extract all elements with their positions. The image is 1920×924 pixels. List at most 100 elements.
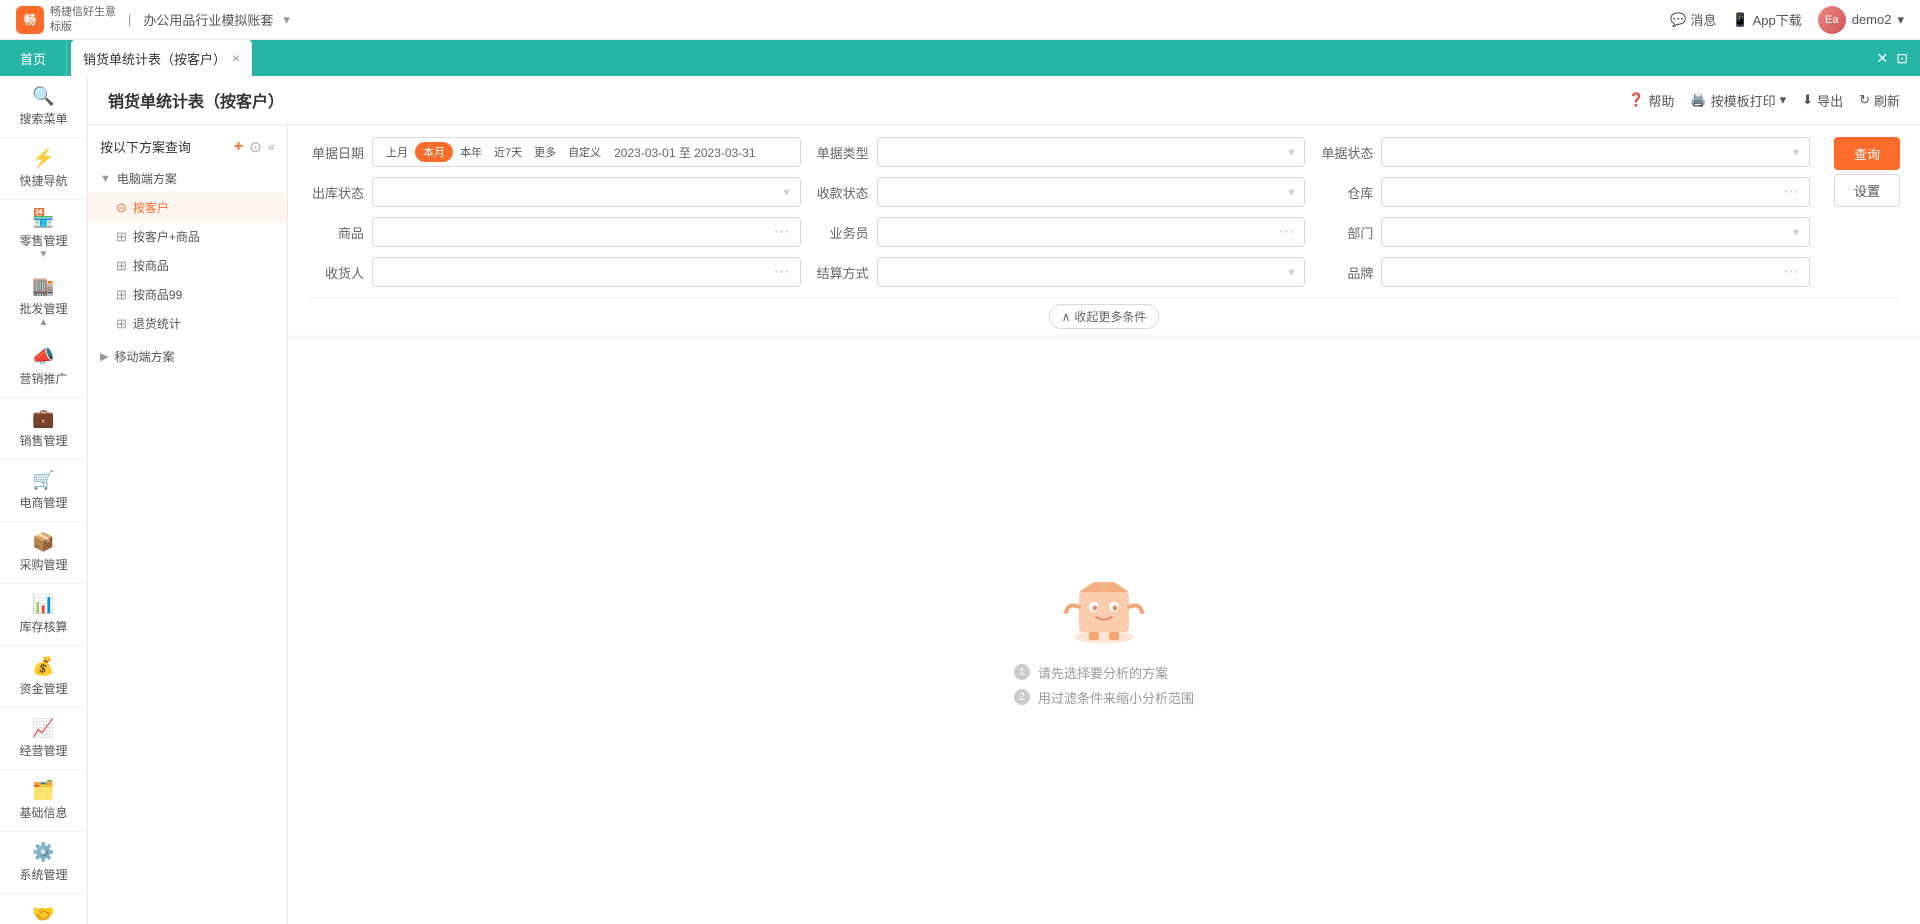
order-type-select[interactable]: ▾ xyxy=(877,137,1306,167)
sidebar-item-finance[interactable]: 💰 资金管理 xyxy=(0,646,87,708)
sidebar-item-sales[interactable]: 💼 销售管理 xyxy=(0,398,87,460)
add-scheme-icon[interactable]: + xyxy=(234,138,243,156)
empty-tip-1: 1 请先选择要分析的方案 xyxy=(1014,663,1194,682)
date-btn-this-year[interactable]: 本年 xyxy=(455,142,487,162)
scheme-item-by-customer-product[interactable]: ⊞ 按客户+商品 xyxy=(88,222,287,251)
order-status-chevron-icon: ▾ xyxy=(1793,145,1799,159)
scheme-item-by-product[interactable]: ⊞ 按商品 xyxy=(88,251,287,280)
help-label: 帮助 xyxy=(1648,91,1674,110)
refresh-button[interactable]: ↻ 刷新 xyxy=(1859,91,1900,110)
tab-active[interactable]: 销货单统计表（按客户） × xyxy=(71,40,252,76)
sidebar-item-marketing[interactable]: 📣 营销推广 xyxy=(0,336,87,398)
salesperson-input[interactable]: ··· xyxy=(877,217,1306,247)
scheme-item-by-product99[interactable]: ⊞ 按商品99 xyxy=(88,280,287,309)
sidebar-item-wholesale[interactable]: 🏬 批发管理 ▲ xyxy=(0,268,87,336)
empty-state: 1 请先选择要分析的方案 2 用过滤条件来缩小分析范围 xyxy=(288,339,1920,924)
export-button[interactable]: ⬇ 导出 xyxy=(1802,91,1843,110)
download-icon: 📱 xyxy=(1732,12,1748,28)
department-chevron-icon: ▾ xyxy=(1793,225,1799,239)
by-product-icon: ⊞ xyxy=(116,258,127,274)
scheme-group-desktop-header[interactable]: ▼ 电脑端方案 xyxy=(88,164,287,193)
collapse-button[interactable]: ∧ 收起更多条件 xyxy=(1049,304,1160,329)
date-btn-7days[interactable]: 近7天 xyxy=(489,142,527,162)
date-btn-last-month[interactable]: 上月 xyxy=(381,142,413,162)
content-area: 销货单统计表（按客户） ❓ 帮助 🖨️ 按模板打印 ▾ ⬇ 导出 ↻ 刷新 xyxy=(88,76,1920,924)
date-range-input[interactable]: 上月 本月 本年 近7天 更多 自定义 2023-03-01 至 2023-03… xyxy=(372,137,801,167)
out-status-select[interactable]: ▾ xyxy=(372,177,801,207)
filter-recipient-cell: 收货人 ··· xyxy=(308,257,801,287)
filter-order-type-cell: 单据类型 ▾ xyxy=(813,137,1306,167)
user-menu[interactable]: Ea demo2 ▾ xyxy=(1818,6,1904,34)
filter-date-cell: 单据日期 上月 本月 本年 近7天 更多 自定义 2023-03-01 至 20… xyxy=(308,137,801,167)
tabbar-actions: ✕ ⊡ xyxy=(1877,50,1920,67)
sidebar-item-operations[interactable]: 📈 经营管理 xyxy=(0,708,87,770)
sidebar-item-enterprise[interactable]: 🤝 企业协同 xyxy=(0,894,87,924)
edit-scheme-icon[interactable]: ⊙ xyxy=(249,138,262,156)
brand-input[interactable]: ··· xyxy=(1381,257,1810,287)
tab-home[interactable]: 首页 xyxy=(0,40,67,76)
order-status-select[interactable]: ▾ xyxy=(1381,137,1810,167)
print-label: 按模板打印 xyxy=(1711,91,1776,110)
tabbar: 首页 销货单统计表（按客户） × ✕ ⊡ xyxy=(0,40,1920,76)
sidebar-item-purchase[interactable]: 📦 采购管理 xyxy=(0,522,87,584)
warehouse-label: 仓库 xyxy=(1317,183,1373,202)
date-btn-more[interactable]: 更多 xyxy=(529,142,561,162)
scheme-panel-header: 按以下方案查询 + ⊙ « xyxy=(88,133,287,164)
sidebar-item-inventory[interactable]: 📊 库存核算 xyxy=(0,584,87,646)
collapse-bar: ∧ 收起更多条件 xyxy=(308,297,1900,335)
basic-label: 基础信息 xyxy=(19,804,67,821)
sidebar-item-retail[interactable]: 🏪 零售管理 ▼ xyxy=(0,200,87,268)
tab-close-icon[interactable]: × xyxy=(232,50,240,66)
payment-status-select[interactable]: ▾ xyxy=(877,177,1306,207)
date-label: 单据日期 xyxy=(308,143,364,162)
dropdown-arrow-icon[interactable]: ▾ xyxy=(283,12,290,28)
app-download-button[interactable]: 📱 App下载 xyxy=(1732,10,1801,29)
marketing-icon: 📣 xyxy=(32,346,54,367)
page-title: 销货单统计表（按客户） xyxy=(108,88,284,112)
settlement-label: 结算方式 xyxy=(813,263,869,282)
scheme-group-mobile: ▶ 移动端方案 xyxy=(88,342,287,371)
help-button[interactable]: ❓ 帮助 xyxy=(1628,91,1674,110)
sidebar-item-ecommerce[interactable]: 🛒 电商管理 xyxy=(0,460,87,522)
logo-area: 畅 畅捷信好生意 标版 xyxy=(16,5,116,34)
print-button[interactable]: 🖨️ 按模板打印 ▾ xyxy=(1690,91,1786,110)
brand-dots-icon: ··· xyxy=(1783,263,1799,281)
app-download-label: App下载 xyxy=(1753,10,1802,29)
empty-tip-2: 2 用过滤条件来缩小分析范围 xyxy=(1014,688,1194,707)
query-button[interactable]: 查询 xyxy=(1834,137,1900,170)
product-label: 商品 xyxy=(308,223,364,242)
sidebar-item-basic[interactable]: 🗂️ 基础信息 xyxy=(0,770,87,832)
search-icon: 🔍 xyxy=(32,86,54,107)
recipient-input[interactable]: ··· xyxy=(372,257,801,287)
right-content: 单据日期 上月 本月 本年 近7天 更多 自定义 2023-03-01 至 20… xyxy=(288,125,1920,924)
by-customer-product-label: 按客户+商品 xyxy=(133,228,200,245)
collapse-scheme-icon[interactable]: « xyxy=(268,139,275,154)
message-button[interactable]: 💬 消息 xyxy=(1670,10,1716,29)
settlement-select[interactable]: ▾ xyxy=(877,257,1306,287)
enterprise-icon: 🤝 xyxy=(32,904,54,924)
scheme-item-by-customer[interactable]: ⊙ 按客户 xyxy=(88,193,287,222)
tip-num-1: 1 xyxy=(1014,664,1030,680)
warehouse-input[interactable]: ··· xyxy=(1381,177,1810,207)
purchase-label: 采购管理 xyxy=(19,556,67,573)
scheme-panel: 按以下方案查询 + ⊙ « ▼ 电脑端方案 ⊙ 按客户 xyxy=(88,125,288,924)
sidebar-item-system[interactable]: ⚙️ 系统管理 xyxy=(0,832,87,894)
sidebar-item-search[interactable]: 🔍 搜索菜单 xyxy=(0,76,87,138)
filter-brand-cell: 品牌 ··· xyxy=(1317,257,1810,287)
by-product99-icon: ⊞ xyxy=(116,287,127,303)
scheme-group-desktop-label: 电脑端方案 xyxy=(117,170,177,187)
minimize-icon[interactable]: ✕ xyxy=(1877,50,1889,67)
date-btn-this-month[interactable]: 本月 xyxy=(415,142,453,162)
settings-button[interactable]: 设置 xyxy=(1834,174,1900,207)
refresh-label: 刷新 xyxy=(1874,91,1900,110)
warehouse-dots-icon: ··· xyxy=(1783,183,1799,201)
scheme-group-mobile-header[interactable]: ▶ 移动端方案 xyxy=(88,342,287,371)
maximize-icon[interactable]: ⊡ xyxy=(1896,50,1908,67)
product-input[interactable]: ··· xyxy=(372,217,801,247)
filter-product-cell: 商品 ··· xyxy=(308,217,801,247)
department-select[interactable]: ▾ xyxy=(1381,217,1810,247)
sidebar-item-quicknav[interactable]: ⚡ 快捷导航 xyxy=(0,138,87,200)
scheme-item-return-stats[interactable]: ⊞ 退货统计 xyxy=(88,309,287,338)
date-btn-custom[interactable]: 自定义 xyxy=(563,142,606,162)
topbar-left: 畅 畅捷信好生意 标版 | 办公用品行业模拟账套 ▾ xyxy=(16,5,290,34)
